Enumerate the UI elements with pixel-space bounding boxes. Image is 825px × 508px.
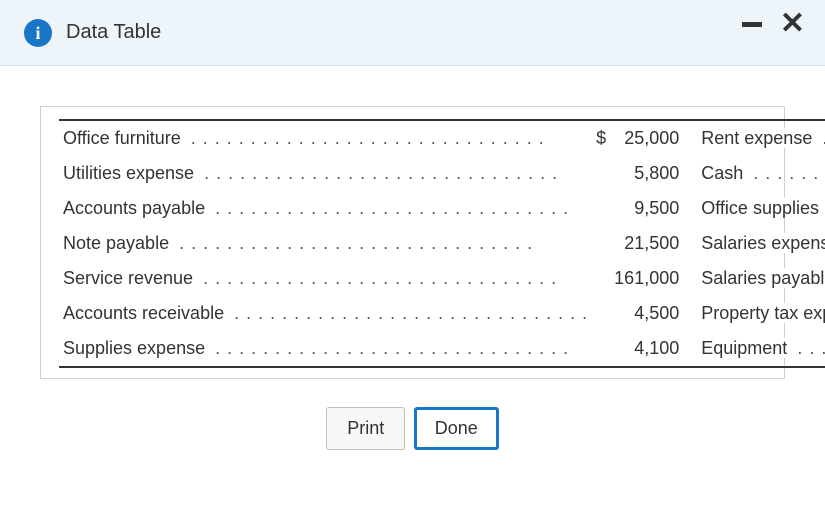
table-row: Utilities expense5,800Cash17,700 bbox=[59, 156, 825, 191]
close-icon[interactable]: ✕ bbox=[780, 14, 805, 34]
account-label: Utilities expense bbox=[59, 156, 592, 191]
account-label: Accounts receivable bbox=[59, 296, 592, 331]
table-row: Office furniture$25,000Rent expense$32,0… bbox=[59, 120, 825, 156]
account-label: Equipment bbox=[697, 331, 825, 367]
dialog-body: Office furniture$25,000Rent expense$32,0… bbox=[0, 66, 825, 470]
account-label: Office supplies bbox=[697, 191, 825, 226]
amount: 21,500 bbox=[610, 226, 697, 261]
info-icon: i bbox=[24, 19, 52, 47]
done-button[interactable]: Done bbox=[414, 407, 499, 450]
account-label: Rent expense bbox=[697, 120, 825, 156]
account-label: Salaries payable bbox=[697, 261, 825, 296]
account-label: Office furniture bbox=[59, 120, 592, 156]
accounts-table: Office furniture$25,000Rent expense$32,0… bbox=[59, 119, 825, 368]
currency-symbol bbox=[592, 156, 610, 191]
account-label: Cash bbox=[697, 156, 825, 191]
currency-symbol: $ bbox=[592, 120, 610, 156]
dialog-header: i Data Table ✕ bbox=[0, 0, 825, 66]
account-label: Supplies expense bbox=[59, 331, 592, 367]
currency-symbol bbox=[592, 331, 610, 367]
currency-symbol bbox=[592, 261, 610, 296]
table-row: Service revenue161,000Salaries payable1,… bbox=[59, 261, 825, 296]
currency-symbol bbox=[592, 191, 610, 226]
amount: 25,000 bbox=[610, 120, 697, 156]
account-label: Note payable bbox=[59, 226, 592, 261]
table-row: Accounts receivable 4,500Property tax exp… bbox=[59, 296, 825, 331]
table-row: Accounts payable9,500Office supplies1,20… bbox=[59, 191, 825, 226]
account-label: Accounts payable bbox=[59, 191, 592, 226]
window-controls: ✕ bbox=[742, 14, 805, 34]
print-button[interactable]: Print bbox=[326, 407, 405, 450]
amount: 4,100 bbox=[610, 331, 697, 367]
dialog-title: Data Table bbox=[66, 21, 161, 44]
amount: 4,500 bbox=[610, 296, 697, 331]
account-label: Salaries expense bbox=[697, 226, 825, 261]
account-label: Property tax expense bbox=[697, 296, 825, 331]
button-row: Print Done bbox=[40, 407, 785, 450]
table-row: Supplies expense4,100Equipment41,000 bbox=[59, 331, 825, 367]
amount: 9,500 bbox=[610, 191, 697, 226]
table-row: Note payable21,500Salaries expense35,000 bbox=[59, 226, 825, 261]
amount: 161,000 bbox=[610, 261, 697, 296]
currency-symbol bbox=[592, 226, 610, 261]
amount: 5,800 bbox=[610, 156, 697, 191]
currency-symbol bbox=[592, 296, 610, 331]
data-table-container: Office furniture$25,000Rent expense$32,0… bbox=[40, 106, 785, 379]
minimize-icon[interactable] bbox=[742, 22, 762, 27]
account-label: Service revenue bbox=[59, 261, 592, 296]
